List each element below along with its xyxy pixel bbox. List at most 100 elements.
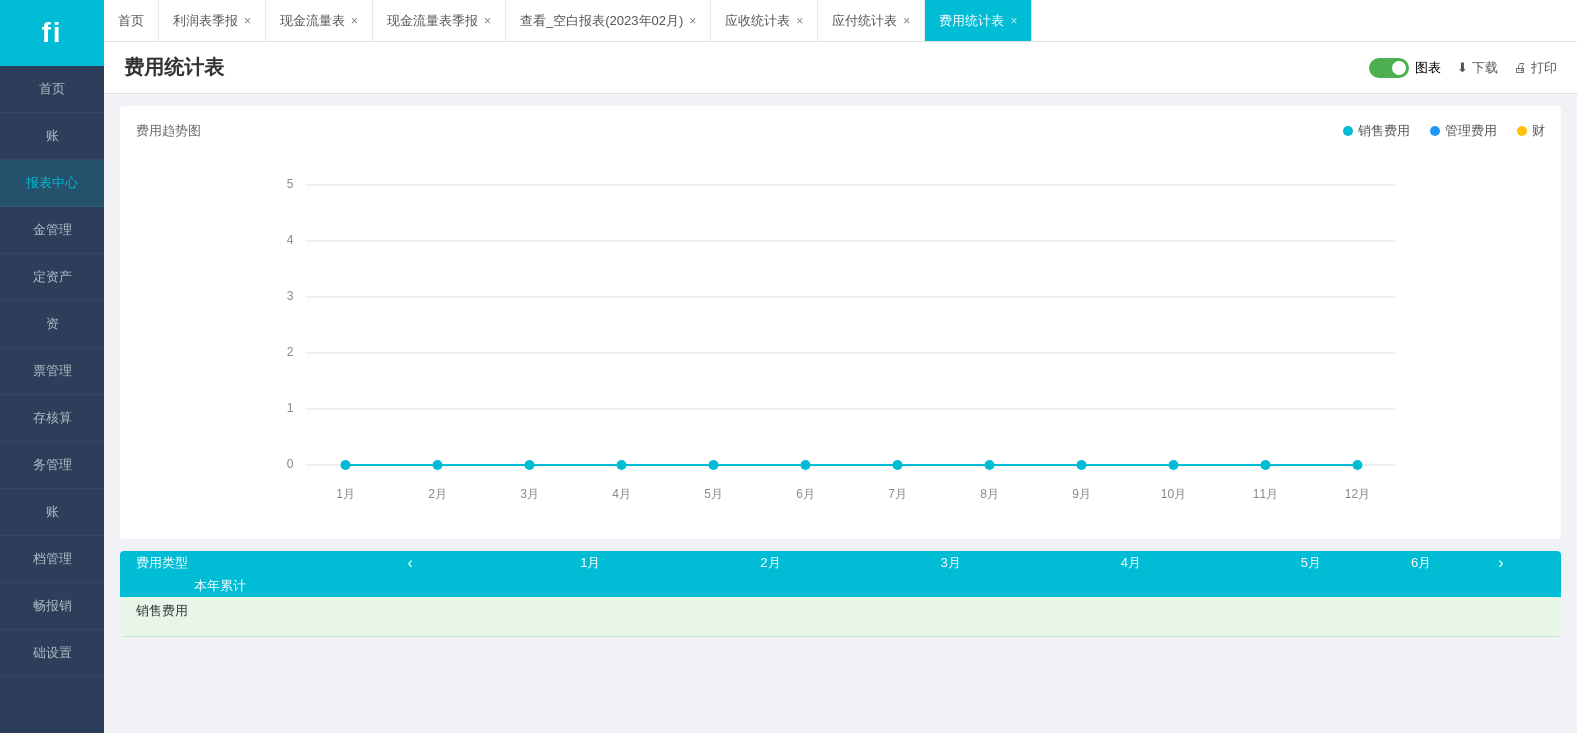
tab-profit-quarterly[interactable]: 利润表季报 × [159,0,266,41]
svg-point-27 [617,460,627,470]
sidebar: fi 首页 账 报表中心 金管理 定资产 资 票管理 存核算 务管理 账 档管理… [0,0,104,733]
header-actions: 图表 ⬇ 下载 🖨 打印 [1369,58,1557,78]
tab-payable-stat[interactable]: 应付统计表 × [818,0,925,41]
table-row: 销售费用 [120,597,1561,637]
th-apr: 4月 [1041,554,1221,572]
sidebar-item-fixed-assets[interactable]: 定资产 [0,254,104,301]
close-view-blank[interactable]: × [689,14,696,28]
th-jun: 6月 [1401,554,1441,572]
sidebar-logo: fi [0,0,104,66]
chart-toggle-label: 图表 [1415,59,1441,77]
chart-legend: 销售费用 管理费用 财 [1343,122,1545,140]
svg-text:12月: 12月 [1345,487,1370,501]
svg-point-29 [801,460,811,470]
sidebar-item-report-center[interactable]: 报表中心 [0,160,104,207]
chart-section: 费用趋势图 销售费用 管理费用 财 [120,106,1561,539]
svg-text:11月: 11月 [1253,487,1278,501]
sidebar-item-service-mgmt[interactable]: 务管理 [0,442,104,489]
tab-home[interactable]: 首页 [104,0,159,41]
sidebar-item-archive[interactable]: 档管理 [0,536,104,583]
svg-point-33 [1169,460,1179,470]
legend-label-mgmt: 管理费用 [1445,122,1497,140]
svg-point-35 [1353,460,1363,470]
tab-view-blank[interactable]: 查看_空白报表(2023年02月) × [506,0,711,41]
svg-point-31 [985,460,995,470]
sidebar-item-inventory[interactable]: 存核算 [0,395,104,442]
sidebar-item-home[interactable]: 首页 [0,66,104,113]
legend-dot-finance [1517,126,1527,136]
legend-finance-expense: 财 [1517,122,1545,140]
th-type: 费用类型 [120,554,320,572]
expense-table: 费用类型 ‹ 1月 2月 3月 4月 5月 6月 › 本年累计 销售费用 [120,551,1561,637]
sidebar-item-base-settings[interactable]: 础设置 [0,630,104,677]
close-payable-stat[interactable]: × [903,14,910,28]
svg-point-32 [1077,460,1087,470]
legend-mgmt-expense: 管理费用 [1430,122,1497,140]
chart-title: 费用趋势图 [136,122,201,140]
svg-point-30 [893,460,903,470]
tab-cashflow[interactable]: 现金流量表 × [266,0,373,41]
legend-dot-mgmt [1430,126,1440,136]
chart-toggle-wrap: 图表 [1369,58,1441,78]
sidebar-item-ticket-mgmt[interactable]: 票管理 [0,348,104,395]
svg-text:1月: 1月 [336,487,355,501]
th-feb: 2月 [680,554,860,572]
th-may: 5月 [1221,554,1401,572]
close-expense-stat[interactable]: × [1010,14,1017,28]
close-cashflow-quarterly[interactable]: × [484,14,491,28]
svg-text:0: 0 [287,457,294,471]
svg-text:6月: 6月 [796,487,815,501]
tab-receivable[interactable]: 应收统计表 × [711,0,818,41]
tab-cashflow-quarterly[interactable]: 现金流量表季报 × [373,0,506,41]
print-button[interactable]: 🖨 打印 [1514,59,1557,77]
svg-text:4月: 4月 [612,487,631,501]
sidebar-item-account[interactable]: 账 [0,113,104,160]
legend-label-sales: 销售费用 [1358,122,1410,140]
content-area: 费用统计表 图表 ⬇ 下载 🖨 打印 费用趋势图 [104,42,1577,733]
legend-dot-sales [1343,126,1353,136]
svg-point-28 [709,460,719,470]
svg-text:3月: 3月 [520,487,539,501]
svg-point-34 [1261,460,1271,470]
legend-sales-expense: 销售费用 [1343,122,1410,140]
sidebar-item-expense-reimburse[interactable]: 畅报销 [0,583,104,630]
svg-point-24 [341,460,351,470]
svg-text:10月: 10月 [1161,487,1186,501]
download-button[interactable]: ⬇ 下载 [1457,59,1498,77]
svg-point-25 [433,460,443,470]
page-header: 费用统计表 图表 ⬇ 下载 🖨 打印 [104,42,1577,94]
table-header: 费用类型 ‹ 1月 2月 3月 4月 5月 6月 › 本年累计 [120,551,1561,597]
td-type: 销售费用 [120,602,320,620]
svg-text:2月: 2月 [428,487,447,501]
close-cashflow[interactable]: × [351,14,358,28]
close-profit-quarterly[interactable]: × [244,14,251,28]
print-icon: 🖨 [1514,60,1527,75]
svg-text:4: 4 [287,233,294,247]
svg-text:1: 1 [287,401,294,415]
tab-expense-stat[interactable]: 费用统计表 × [925,0,1032,41]
chart-header: 费用趋势图 销售费用 管理费用 财 [136,122,1545,140]
th-nav-next[interactable]: › [1441,554,1561,572]
th-jan: 1月 [500,554,680,572]
svg-text:2: 2 [287,345,294,359]
sidebar-item-fund-mgmt[interactable]: 金管理 [0,207,104,254]
th-nav-prev[interactable]: ‹ [320,554,500,572]
svg-text:8月: 8月 [980,487,999,501]
close-receivable[interactable]: × [796,14,803,28]
download-icon: ⬇ [1457,60,1468,75]
th-ytd: 本年累计 [120,577,320,595]
svg-text:5月: 5月 [704,487,723,501]
main-area: 首页 利润表季报 × 现金流量表 × 现金流量表季报 × 查看_空白报表(202… [104,0,1577,733]
svg-point-26 [525,460,535,470]
trend-chart: 0 1 2 3 4 5 1月 2月 3月 [136,150,1545,520]
svg-text:7月: 7月 [888,487,907,501]
tab-bar: 首页 利润表季报 × 现金流量表 × 现金流量表季报 × 查看_空白报表(202… [104,0,1577,42]
th-mar: 3月 [861,554,1041,572]
sidebar-item-investment[interactable]: 资 [0,301,104,348]
page-title: 费用统计表 [124,54,224,81]
sidebar-item-payable[interactable]: 账 [0,489,104,536]
legend-label-finance: 财 [1532,122,1545,140]
svg-text:9月: 9月 [1072,487,1091,501]
svg-text:3: 3 [287,289,294,303]
chart-toggle[interactable] [1369,58,1409,78]
